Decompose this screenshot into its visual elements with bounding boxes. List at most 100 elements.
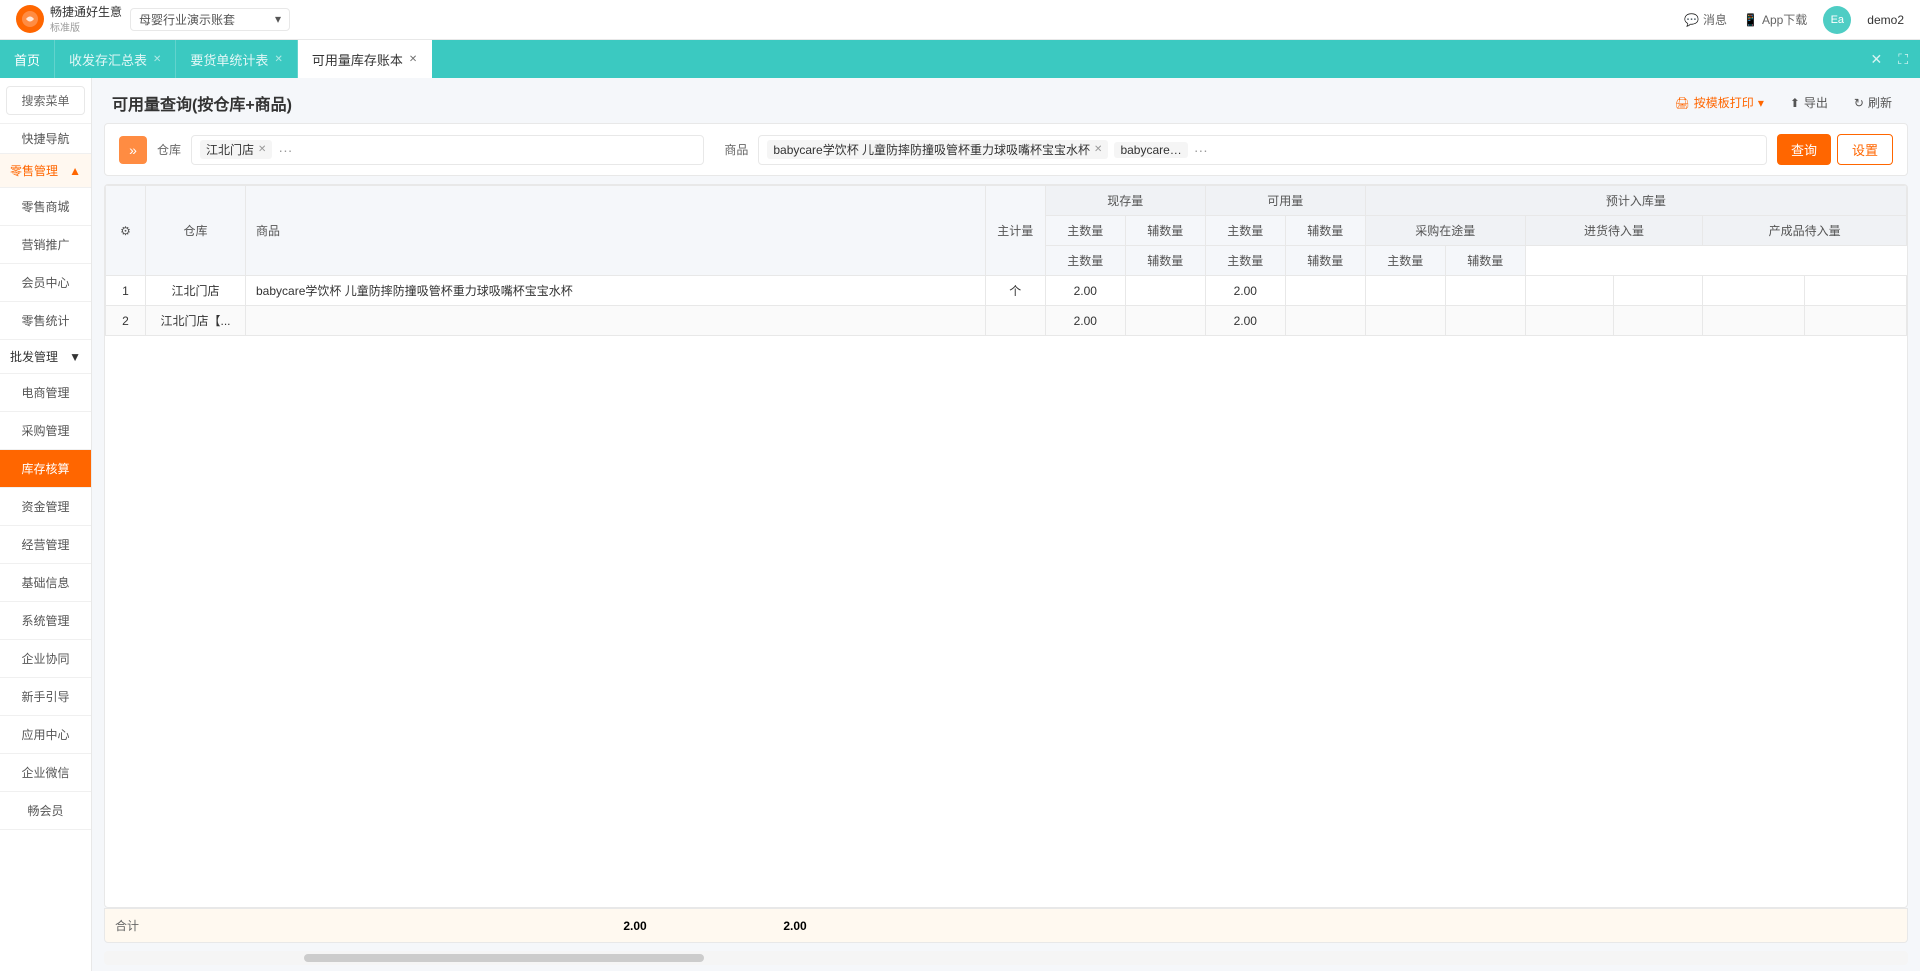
top-bar-right: 💬 消息 📱 App下载 Ea demo2 <box>1684 6 1904 34</box>
th-pur-pending-main: 主数量 <box>1205 246 1285 276</box>
avatar[interactable]: Ea <box>1823 6 1851 34</box>
tab-order-stats[interactable]: 要货单统计表 ✕ <box>176 40 297 78</box>
refresh-icon: ↻ <box>1854 96 1864 110</box>
sidebar-item-retail-stats[interactable]: 零售统计 <box>0 302 91 340</box>
sidebar-item-retail-shop[interactable]: 零售商城 <box>0 188 91 226</box>
nav-expand-icon[interactable]: ⛶ <box>1894 47 1912 72</box>
tab-receipt-summary[interactable]: 收发存汇总表 ✕ <box>55 40 176 78</box>
sidebar-item-member-center[interactable]: 会员中心 <box>0 264 91 302</box>
refresh-button[interactable]: ↻ 刷新 <box>1846 90 1900 115</box>
th-purchase-pending-group: 进货待入量 <box>1525 216 1702 246</box>
query-button[interactable]: 查询 <box>1777 134 1831 165</box>
message-action[interactable]: 💬 消息 <box>1684 11 1727 28</box>
product-tag-babycare: babycare学饮杯 儿童防摔防撞吸管杯重力球吸嘴杯宝宝水杯 ✕ <box>767 140 1108 159</box>
warehouse-filter-tags[interactable]: 江北门店 ✕ ··· <box>191 135 704 165</box>
sidebar-item-marketing[interactable]: 营销推广 <box>0 226 91 264</box>
th-product-pending-group: 产成品待入量 <box>1703 216 1907 246</box>
cell-prod-pending-aux <box>1805 276 1907 306</box>
tab-receipt-label: 收发存汇总表 <box>69 50 147 69</box>
tab-receipt-close-icon[interactable]: ✕ <box>153 54 161 65</box>
th-prod-pending-aux: 辅数量 <box>1445 246 1525 276</box>
cell-group-pur-pending-aux <box>1614 306 1703 336</box>
sidebar-wholesale-arrow-icon: ▼ <box>69 350 81 364</box>
product-tag-babycare2: babycare… <box>1114 142 1187 158</box>
tab-order-close-icon[interactable]: ✕ <box>274 54 282 65</box>
sidebar-basic-label: 基础信息 <box>21 574 69 591</box>
product-filter-tags[interactable]: babycare学饮杯 儿童防摔防撞吸管杯重力球吸嘴杯宝宝水杯 ✕ babyca… <box>758 135 1767 165</box>
sidebar-item-enterprise-wechat[interactable]: 企业微信 <box>0 754 91 792</box>
cell-pur-pending-aux <box>1614 276 1703 306</box>
sidebar-item-vip-member[interactable]: 畅会员 <box>0 792 91 830</box>
th-available-group: 可用量 <box>1205 186 1365 216</box>
sidebar-search-section: 搜索菜单 <box>0 78 91 124</box>
warehouse-tag-jiangbei: 江北门店 ✕ <box>200 140 272 159</box>
avatar-text: Ea <box>1831 14 1844 26</box>
th-available-aux-qty: 辅数量 <box>1285 216 1365 246</box>
th-product: 商品 <box>246 186 986 276</box>
sidebar-item-basic-info[interactable]: 基础信息 <box>0 564 91 602</box>
sidebar-item-new-guide[interactable]: 新手引导 <box>0 678 91 716</box>
th-available-main-qty: 主数量 <box>1205 216 1285 246</box>
tab-available-close-icon[interactable]: ✕ <box>409 54 417 65</box>
sidebar-item-retail-mgmt[interactable]: 零售管理 ▲ <box>0 154 91 188</box>
sidebar-item-operation-mgmt[interactable]: 经营管理 <box>0 526 91 564</box>
page-actions: 🖨 按模板打印 ▾ ⬆ 导出 ↻ 刷新 <box>1667 90 1900 115</box>
tab-home[interactable]: 首页 <box>0 40 55 78</box>
industry-chevron-icon: ▾ <box>275 12 281 26</box>
setting-button[interactable]: 设置 <box>1837 134 1893 165</box>
sidebar-item-purchase-mgmt[interactable]: 采购管理 <box>0 412 91 450</box>
sidebar-item-wholesale-mgmt[interactable]: 批发管理 ▼ <box>0 340 91 374</box>
filter-toggle-icon: » <box>129 142 137 158</box>
th-current-main-qty: 主数量 <box>1045 216 1125 246</box>
horizontal-scrollbar[interactable] <box>104 951 1908 965</box>
warehouse-tag-remove-icon[interactable]: ✕ <box>258 144 266 155</box>
nav-close-all-icon[interactable]: ✕ <box>1866 47 1886 72</box>
product-filter-more-icon[interactable]: ··· <box>1194 142 1208 158</box>
app-download-action[interactable]: 📱 App下载 <box>1743 11 1807 28</box>
sidebar-app-center-label: 应用中心 <box>21 726 69 743</box>
export-label: 导出 <box>1804 94 1828 111</box>
cell-group-avail-aux <box>1285 306 1365 336</box>
th-purchase-transit-group: 采购在途量 <box>1365 216 1525 246</box>
warehouse-filter-more-icon[interactable]: ··· <box>278 142 292 158</box>
username[interactable]: demo2 <box>1867 13 1904 27</box>
sidebar-retail-label: 零售管理 <box>10 162 58 179</box>
product-tag-text: babycare学饮杯 儿童防摔防撞吸管杯重力球吸嘴杯宝宝水杯 <box>773 141 1090 158</box>
sidebar-member-label: 会员中心 <box>21 274 69 291</box>
sidebar-item-finance-mgmt[interactable]: 资金管理 <box>0 488 91 526</box>
search-menu-button[interactable]: 搜索菜单 <box>6 86 85 115</box>
export-button[interactable]: ⬆ 导出 <box>1782 90 1836 115</box>
th-pur-pending-aux: 辅数量 <box>1285 246 1365 276</box>
table-row: 1 江北门店 babycare学饮杯 儿童防摔防撞吸管杯重力球吸嘴杯宝宝水杯 个… <box>106 276 1907 306</box>
cell-group-product <box>246 306 986 336</box>
product-tag-remove-icon[interactable]: ✕ <box>1094 144 1102 155</box>
sidebar-item-inventory-check[interactable]: 库存核算 <box>0 450 91 488</box>
sidebar-purchase-label: 采购管理 <box>21 422 69 439</box>
logo-sub-text: 标准版 <box>50 19 122 34</box>
refresh-label: 刷新 <box>1868 94 1892 111</box>
industry-selector[interactable]: 母婴行业演示账套 ▾ <box>130 8 290 31</box>
sidebar-item-enterprise-collab[interactable]: 企业协同 <box>0 640 91 678</box>
sidebar-item-app-center[interactable]: 应用中心 <box>0 716 91 754</box>
sidebar-item-system-mgmt[interactable]: 系统管理 <box>0 602 91 640</box>
sidebar-item-quick-nav[interactable]: 快捷导航 <box>0 124 91 154</box>
main-layout: 搜索菜单 快捷导航 零售管理 ▲ 零售商城 营销推广 会员中心 零售统计 批发管… <box>0 78 1920 971</box>
sidebar-marketing-label: 营销推广 <box>21 236 69 253</box>
sidebar-item-ecommerce-mgmt[interactable]: 电商管理 <box>0 374 91 412</box>
page-title: 可用量查询(按仓库+商品) <box>112 91 292 115</box>
th-settings-icon[interactable]: ⚙ <box>106 186 146 276</box>
tab-available-stock[interactable]: 可用量库存账本 ✕ <box>298 40 432 78</box>
logo-icon <box>16 5 44 33</box>
th-current-stock-group: 现存量 <box>1045 186 1205 216</box>
industry-label: 母婴行业演示账套 <box>139 11 235 28</box>
filter-toggle-button[interactable]: » <box>119 136 147 164</box>
template-print-button[interactable]: 🖨 按模板打印 ▾ <box>1667 90 1772 115</box>
cell-unit: 个 <box>985 276 1045 306</box>
nav-tabs-right: ✕ ⛶ <box>1858 40 1920 78</box>
cell-warehouse: 江北门店 <box>146 276 246 306</box>
filter-action-buttons: 查询 设置 <box>1777 134 1893 165</box>
content-area: 可用量查询(按仓库+商品) 🖨 按模板打印 ▾ ⬆ 导出 ↻ 刷新 <box>92 78 1920 971</box>
scrollbar-thumb[interactable] <box>304 954 704 962</box>
cell-group-unit <box>985 306 1045 336</box>
cell-group-pur-pending-main <box>1525 306 1614 336</box>
